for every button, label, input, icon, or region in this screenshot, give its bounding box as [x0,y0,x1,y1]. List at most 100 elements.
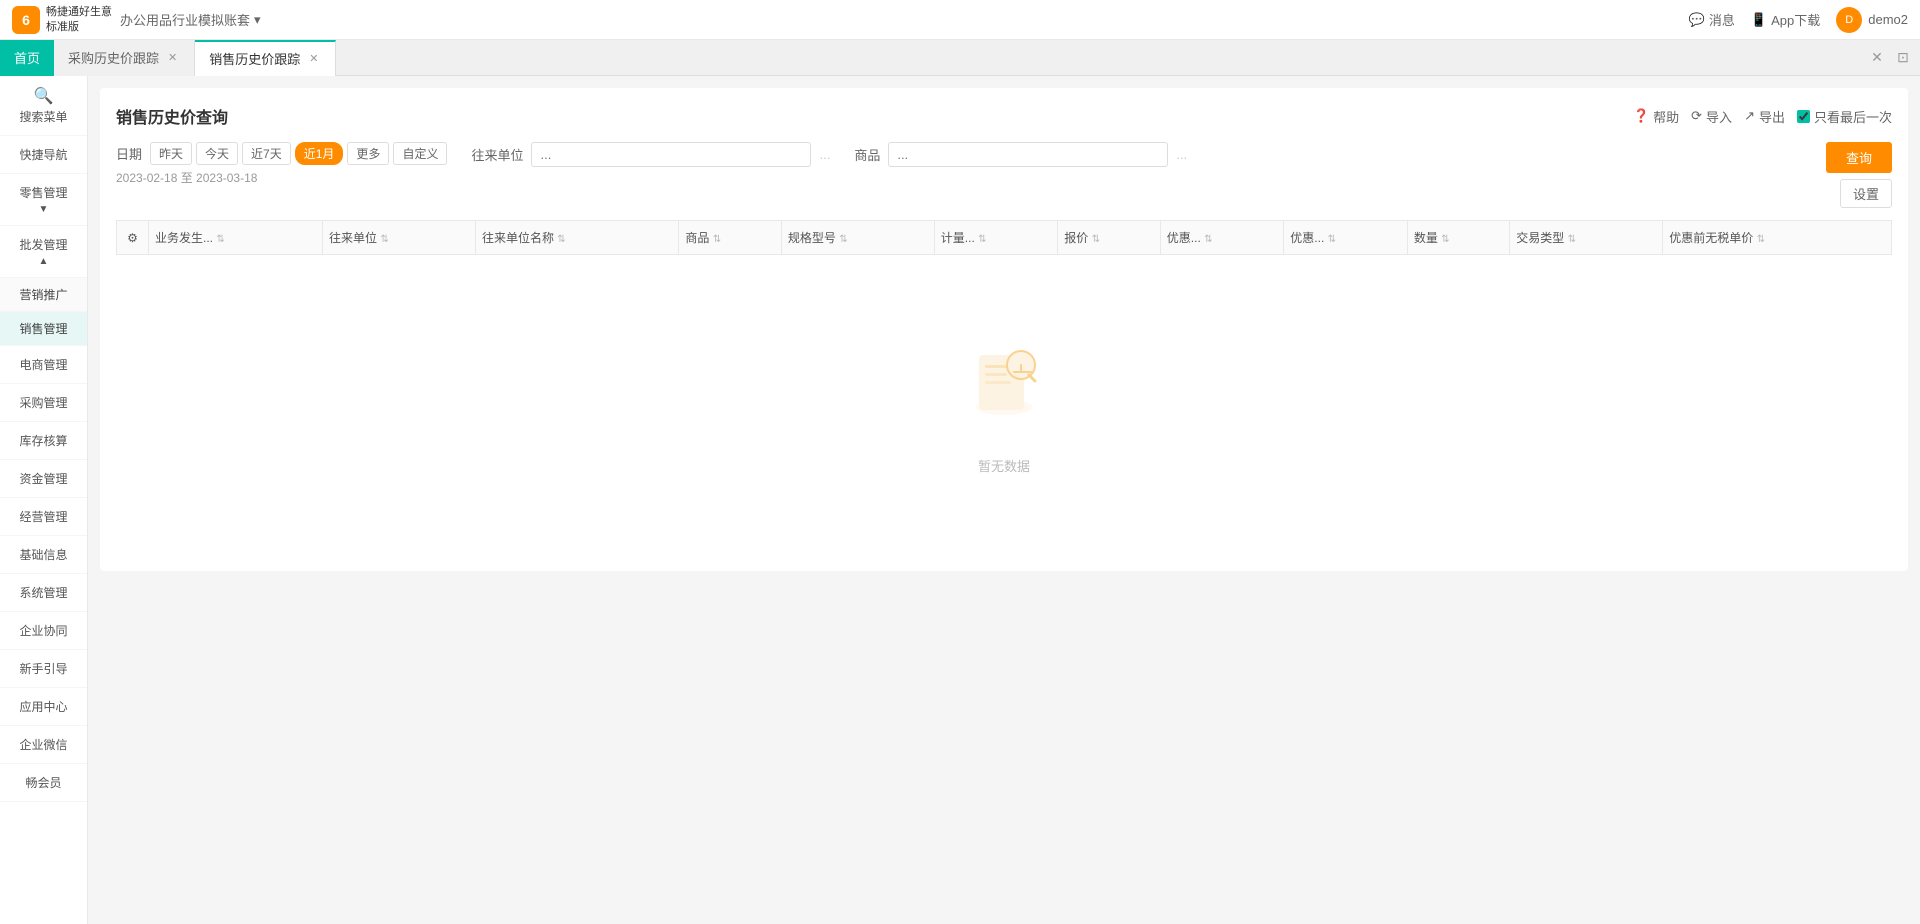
goods-dots-btn[interactable]: ... [1176,147,1187,162]
date-btn-yesterday[interactable]: 昨天 [150,142,192,165]
sort-icon-discount2: ⇅ [1328,234,1336,245]
close-purchase-tab-btn[interactable]: ✕ [165,50,180,65]
col-biz-date[interactable]: 业务发生... ⇅ [149,221,323,255]
sort-icon-partner-name: ⇅ [557,234,565,245]
sidebar-item-vip[interactable]: 畅会员 [0,764,87,802]
setting-btn[interactable]: 设置 [1840,179,1892,208]
content-area: 销售历史价查询 ❓ 帮助 ⟳ 导入 ↗ 导出 [88,76,1920,924]
col-partner-code[interactable]: 往来单位 ⇅ [322,221,475,255]
col-price[interactable]: 报价 ⇅ [1058,221,1160,255]
tab-home[interactable]: 首页 [0,40,54,76]
sidebar-item-system[interactable]: 系统管理 [0,574,87,612]
sidebar-item-marketing[interactable]: 营销推广 [0,278,87,312]
close-sales-tab-btn[interactable]: ✕ [306,51,321,66]
search-icon: 🔍 [4,86,83,106]
sidebar-item-purchase[interactable]: 采购管理 [0,384,87,422]
topbar-left: 6 畅捷通好生意 标准版 办公用品行业模拟账套 ▾ [12,5,261,34]
help-icon: ❓ [1633,108,1649,124]
sort-icon-pretax-price: ⇅ [1757,234,1765,245]
sort-icon-qty: ⇅ [1441,234,1449,245]
date-btn-1month[interactable]: 近1月 [295,142,344,165]
query-btn[interactable]: 查询 [1826,142,1892,173]
sidebar-item-enterprise[interactable]: 企业协同 [0,612,87,650]
date-btn-custom[interactable]: 自定义 [393,142,447,165]
partner-dots-btn[interactable]: ... [819,147,830,162]
only-last-checkbox[interactable] [1797,110,1810,123]
col-goods[interactable]: 商品 ⇅ [679,221,781,255]
sidebar-item-operation[interactable]: 经营管理 [0,498,87,536]
date-range-text: 2023-02-18 至 2023-03-18 [116,169,447,186]
sidebar-item-basic[interactable]: 基础信息 [0,536,87,574]
main-card: 销售历史价查询 ❓ 帮助 ⟳ 导入 ↗ 导出 [100,88,1908,571]
topbar-title: 办公用品行业模拟账套 ▾ [120,10,261,29]
col-spec[interactable]: 规格型号 ⇅ [781,221,934,255]
export-btn[interactable]: ↗ 导出 [1744,107,1785,126]
date-btn-today[interactable]: 今天 [196,142,238,165]
close-window-btn[interactable]: ✕ [1868,49,1886,67]
date-label: 日期 [116,144,142,163]
logo-icon: 6 [12,6,40,34]
phone-icon: 📱 [1751,12,1767,28]
maximize-window-btn[interactable]: ⊡ [1894,49,1912,67]
sidebar-item-app-center[interactable]: 应用中心 [0,688,87,726]
main-layout: 🔍 搜索菜单 快捷导航 零售管理 ▼ 批发管理 ▲ 营销推广 销售管理 电商管理… [0,76,1920,924]
only-last-checkbox-label[interactable]: 只看最后一次 [1797,107,1892,126]
sidebar-item-finance[interactable]: 资金管理 [0,460,87,498]
sidebar-item-wholesale[interactable]: 批发管理 ▲ [0,226,87,278]
action-buttons: 查询 设置 [1826,142,1892,208]
dropdown-icon[interactable]: ▾ [254,12,261,28]
goods-filter-group: 商品 ... [854,142,1187,167]
sidebar-item-guide[interactable]: 新手引导 [0,650,87,688]
tab-purchase-history[interactable]: 采购历史价跟踪 ✕ [54,40,195,76]
sidebar-search[interactable]: 🔍 搜索菜单 [0,76,87,136]
sort-icon-goods: ⇅ [713,234,721,245]
sort-icon-trade-type: ⇅ [1568,234,1576,245]
message-icon: 💬 [1689,12,1705,28]
sidebar-item-inventory[interactable]: 库存核算 [0,422,87,460]
topbar-right: 💬 消息 📱 App下载 D demo2 [1689,7,1908,33]
data-table: ⚙ 业务发生... ⇅ 往来单位 ⇅ [116,220,1892,255]
goods-input[interactable] [888,142,1168,167]
partner-filter-group: 往来单位 ... [471,142,830,167]
sort-icon-unit: ⇅ [978,234,986,245]
import-btn[interactable]: ⟳ 导入 [1691,107,1732,126]
export-icon: ↗ [1744,108,1755,124]
message-btn[interactable]: 💬 消息 [1689,10,1735,29]
col-qty[interactable]: 数量 ⇅ [1407,221,1509,255]
col-discount2[interactable]: 优惠... ⇅ [1284,221,1408,255]
sort-icon-price: ⇅ [1092,234,1100,245]
date-btn-more[interactable]: 更多 [347,142,389,165]
col-pretax-price[interactable]: 优惠前无税单价 ⇅ [1663,221,1892,255]
user-area[interactable]: D demo2 [1836,7,1908,33]
page-title: 销售历史价查询 [116,104,228,128]
sort-icon-discount1: ⇅ [1204,234,1212,245]
col-unit[interactable]: 计量... ⇅ [934,221,1058,255]
partner-input[interactable] [531,142,811,167]
sidebar-item-retail[interactable]: 零售管理 ▼ [0,174,87,226]
col-settings: ⚙ [117,221,149,255]
chevron-down-icon: ▼ [39,204,49,215]
logo-area: 6 畅捷通好生意 标准版 [12,5,112,34]
sidebar-item-ecommerce[interactable]: 电商管理 [0,346,87,384]
sidebar-item-corp-wechat[interactable]: 企业微信 [0,726,87,764]
table-header-row: ⚙ 业务发生... ⇅ 往来单位 ⇅ [117,221,1892,255]
settings-icon[interactable]: ⚙ [127,231,138,245]
tab-sales-history[interactable]: 销售历史价跟踪 ✕ [195,40,336,76]
sidebar-item-sales-mgmt[interactable]: 销售管理 [0,312,87,346]
sort-icon-biz-date: ⇅ [216,234,224,245]
page-header: 销售历史价查询 ❓ 帮助 ⟳ 导入 ↗ 导出 [116,104,1892,128]
filter-row: 日期 昨天 今天 近7天 近1月 更多 自定义 2023-02-18 至 202… [116,142,1892,208]
window-controls: ✕ ⊡ [1868,49,1920,67]
col-trade-type[interactable]: 交易类型 ⇅ [1510,221,1663,255]
empty-icon [959,335,1049,444]
app-download-btn[interactable]: 📱 App下载 [1751,10,1820,29]
avatar: D [1836,7,1862,33]
import-icon: ⟳ [1691,108,1702,124]
col-partner-name[interactable]: 往来单位名称 ⇅ [475,221,678,255]
sidebar-item-shortcut[interactable]: 快捷导航 [0,136,87,174]
page-content: 销售历史价查询 ❓ 帮助 ⟳ 导入 ↗ 导出 [88,76,1920,924]
empty-state: 暂无数据 [116,255,1892,555]
col-discount1[interactable]: 优惠... ⇅ [1160,221,1284,255]
help-btn[interactable]: ❓ 帮助 [1633,107,1679,126]
date-btn-7days[interactable]: 近7天 [242,142,291,165]
